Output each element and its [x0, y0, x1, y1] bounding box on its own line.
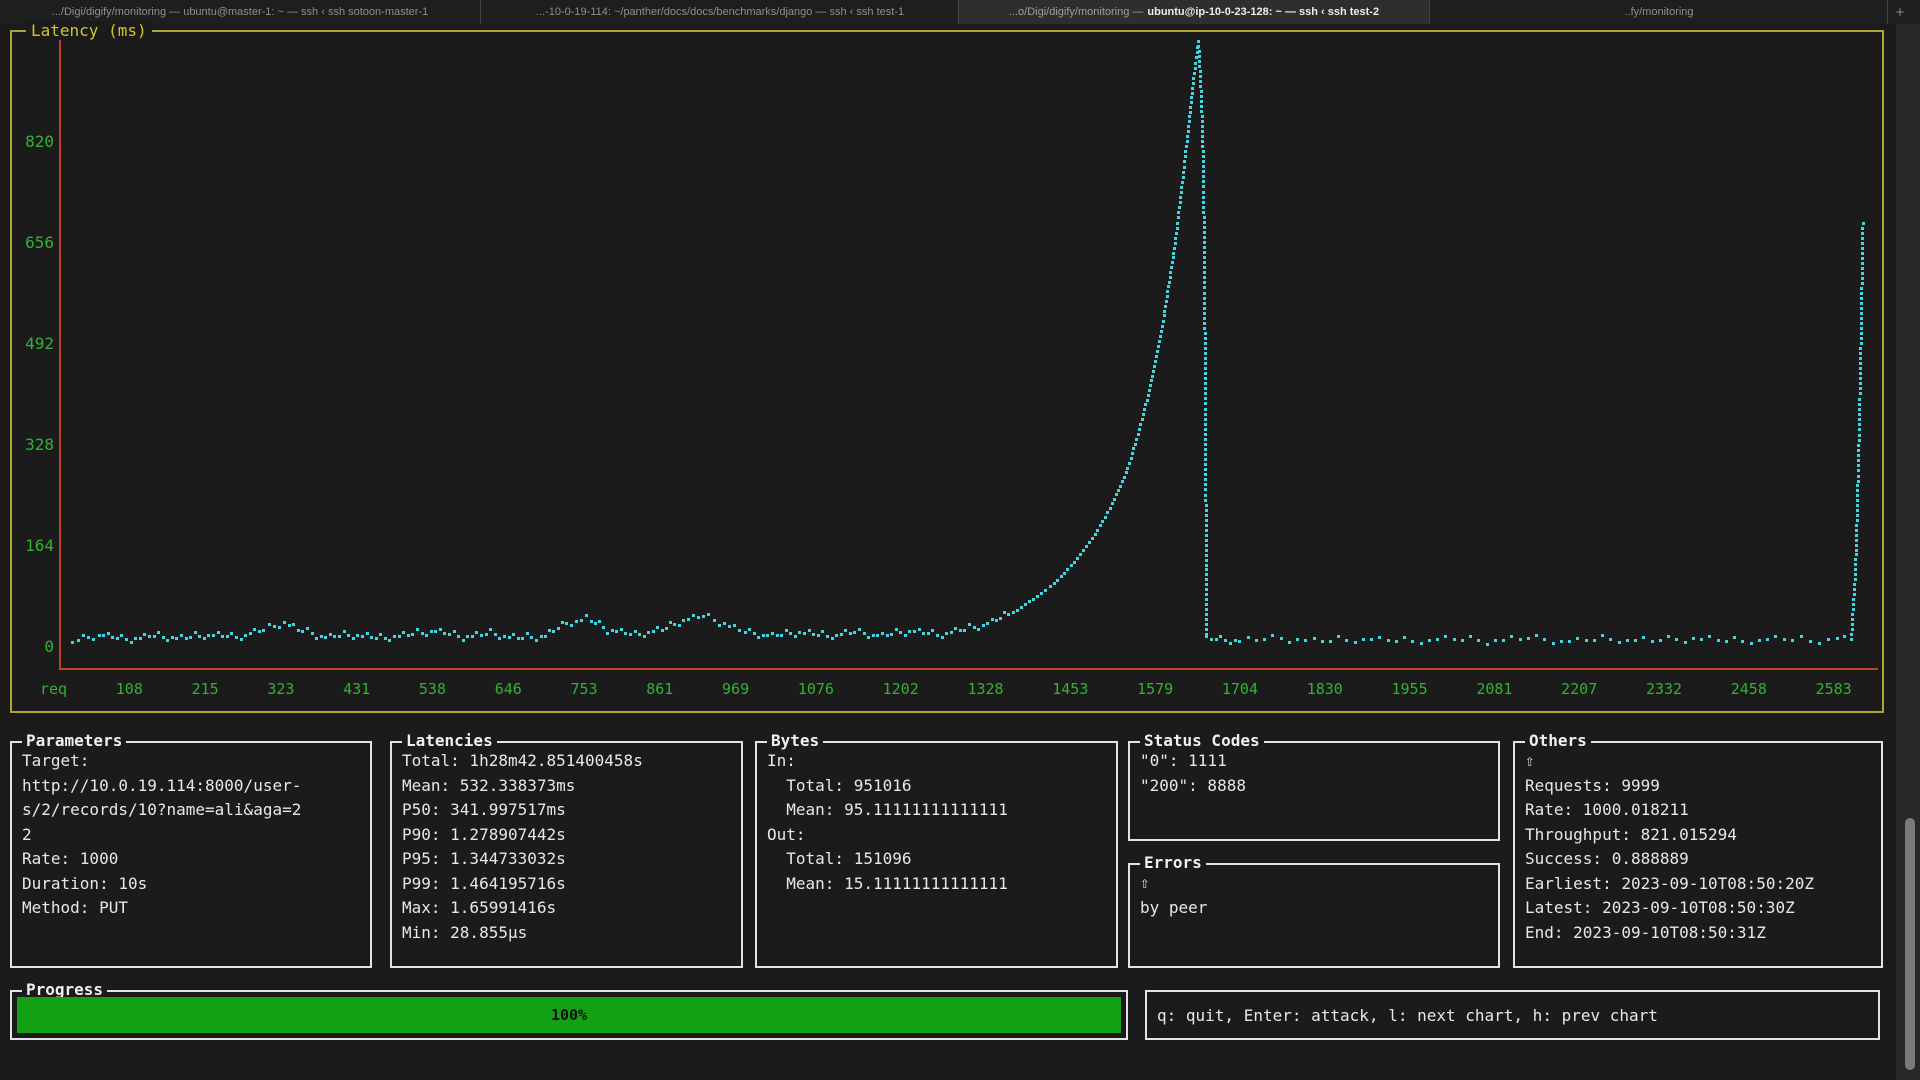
parameters-panel: Parameters Target: http://10.0.19.114:80… — [10, 731, 372, 968]
errors-panel: Errors ⇧ by peer — [1128, 853, 1500, 968]
x-tick-label: 108 — [115, 680, 143, 698]
latency-plot: 0 164 328 492 656 820 req 108 215 323 431 538 646 75… — [12, 32, 1882, 711]
terminal-window: Latency (ms) 0 164 328 492 656 820 req 108 215 3… — [0, 21, 1896, 1080]
tab-test-2-active[interactable]: ...o/Digi/digify/monitoring — ubuntu@ip-… — [959, 0, 1430, 24]
x-tick-label: 323 — [267, 680, 295, 698]
progress-panel: Progress 100% — [10, 980, 1128, 1040]
x-tick-label: 1830 — [1306, 680, 1343, 698]
x-tick-label: 1955 — [1391, 680, 1428, 698]
tab-label: ..fy/monitoring — [1624, 6, 1694, 18]
help-text: q: quit, Enter: attack, l: next chart, h… — [1157, 1005, 1658, 1025]
bytes-panel: Bytes In: Total: 951016 Mean: 95.1111111… — [755, 731, 1118, 968]
latencies-panel: Latencies Total: 1h28m42.851400458s Mean… — [390, 731, 743, 968]
x-tick-label: 2081 — [1476, 680, 1513, 698]
errors-text: ⇧ by peer — [1140, 873, 1208, 917]
x-tick-label: req — [40, 680, 68, 698]
y-tick-label: 164 — [25, 535, 54, 555]
x-tick-label: 646 — [494, 680, 522, 698]
x-axis-line — [59, 668, 1878, 670]
status-codes-panel: Status Codes "0": 1111 "200": 8888 — [1128, 731, 1500, 841]
y-tick-label: 492 — [25, 333, 54, 353]
x-tick-label: 969 — [722, 680, 750, 698]
help-panel: q: quit, Enter: attack, l: next chart, h… — [1145, 990, 1880, 1040]
parameters-text: Target: http://10.0.19.114:8000/user- s/… — [22, 751, 302, 917]
tab-monitoring[interactable]: ..fy/monitoring — [1431, 0, 1888, 24]
y-tick-label: 328 — [25, 434, 54, 454]
scrollbar-thumb[interactable] — [1905, 818, 1915, 1070]
x-tick-label: 431 — [343, 680, 371, 698]
new-tab-button[interactable]: + — [1888, 0, 1912, 24]
x-tick-label: 538 — [418, 680, 446, 698]
progress-value: 100% — [550, 1006, 588, 1024]
x-tick-label: 2332 — [1645, 680, 1683, 698]
x-tick-label: 861 — [646, 680, 674, 698]
x-tick-label: 1579 — [1137, 680, 1174, 698]
tab-label: ...-10-0-19-114: ~/panther/docs/docs/ben… — [535, 6, 905, 18]
x-tick-label: 1453 — [1052, 680, 1089, 698]
latencies-text: Total: 1h28m42.851400458s Mean: 532.3383… — [402, 751, 643, 942]
progress-bar: 100% — [17, 997, 1121, 1033]
x-tick-label: 2207 — [1561, 680, 1598, 698]
plus-icon: + — [1895, 3, 1905, 21]
terminal-tab-bar: .../Digi/digify/monitoring — ubuntu@mast… — [0, 0, 1920, 24]
latency-chart-panel: Latency (ms) 0 164 328 492 656 820 req 108 215 3… — [10, 21, 1884, 713]
y-tick-label: 0 — [44, 637, 54, 656]
x-axis-labels: req 108 215 323 431 538 646 753 861 969 1076 1202 13… — [40, 680, 1852, 698]
x-tick-label: 1202 — [882, 680, 919, 698]
y-tick-label: 820 — [25, 131, 54, 151]
bytes-text: In: Total: 951016 Mean: 95.1111111111111… — [767, 751, 1008, 893]
tab-label: .../Digi/digify/monitoring — ubuntu@mast… — [51, 6, 429, 18]
x-tick-label: 215 — [191, 680, 219, 698]
others-panel: Others ⇧ Requests: 9999 Rate: 1000.01821… — [1513, 731, 1883, 968]
tab-test-1[interactable]: ...-10-0-19-114: ~/panther/docs/docs/ben… — [482, 0, 959, 24]
x-tick-label: 1704 — [1221, 680, 1258, 698]
others-text: ⇧ Requests: 9999 Rate: 1000.018211 Throu… — [1525, 751, 1814, 942]
y-axis-line — [59, 40, 61, 670]
x-tick-label: 2458 — [1730, 680, 1767, 698]
x-tick-label: 1328 — [967, 680, 1004, 698]
status-codes-text: "0": 1111 "200": 8888 — [1140, 751, 1246, 795]
tab-label-prefix: ...o/Digi/digify/monitoring — — [1008, 6, 1144, 18]
tab-label-emphasis: ubuntu@ip-10-0-23-128: ~ — ssh ‹ ssh tes… — [1147, 6, 1380, 18]
x-tick-label: 753 — [570, 680, 598, 698]
screen: .../Digi/digify/monitoring — ubuntu@mast… — [0, 0, 1920, 1080]
y-tick-label: 656 — [25, 232, 54, 252]
x-tick-label: 2583 — [1815, 680, 1852, 698]
x-tick-label: 1076 — [797, 680, 834, 698]
